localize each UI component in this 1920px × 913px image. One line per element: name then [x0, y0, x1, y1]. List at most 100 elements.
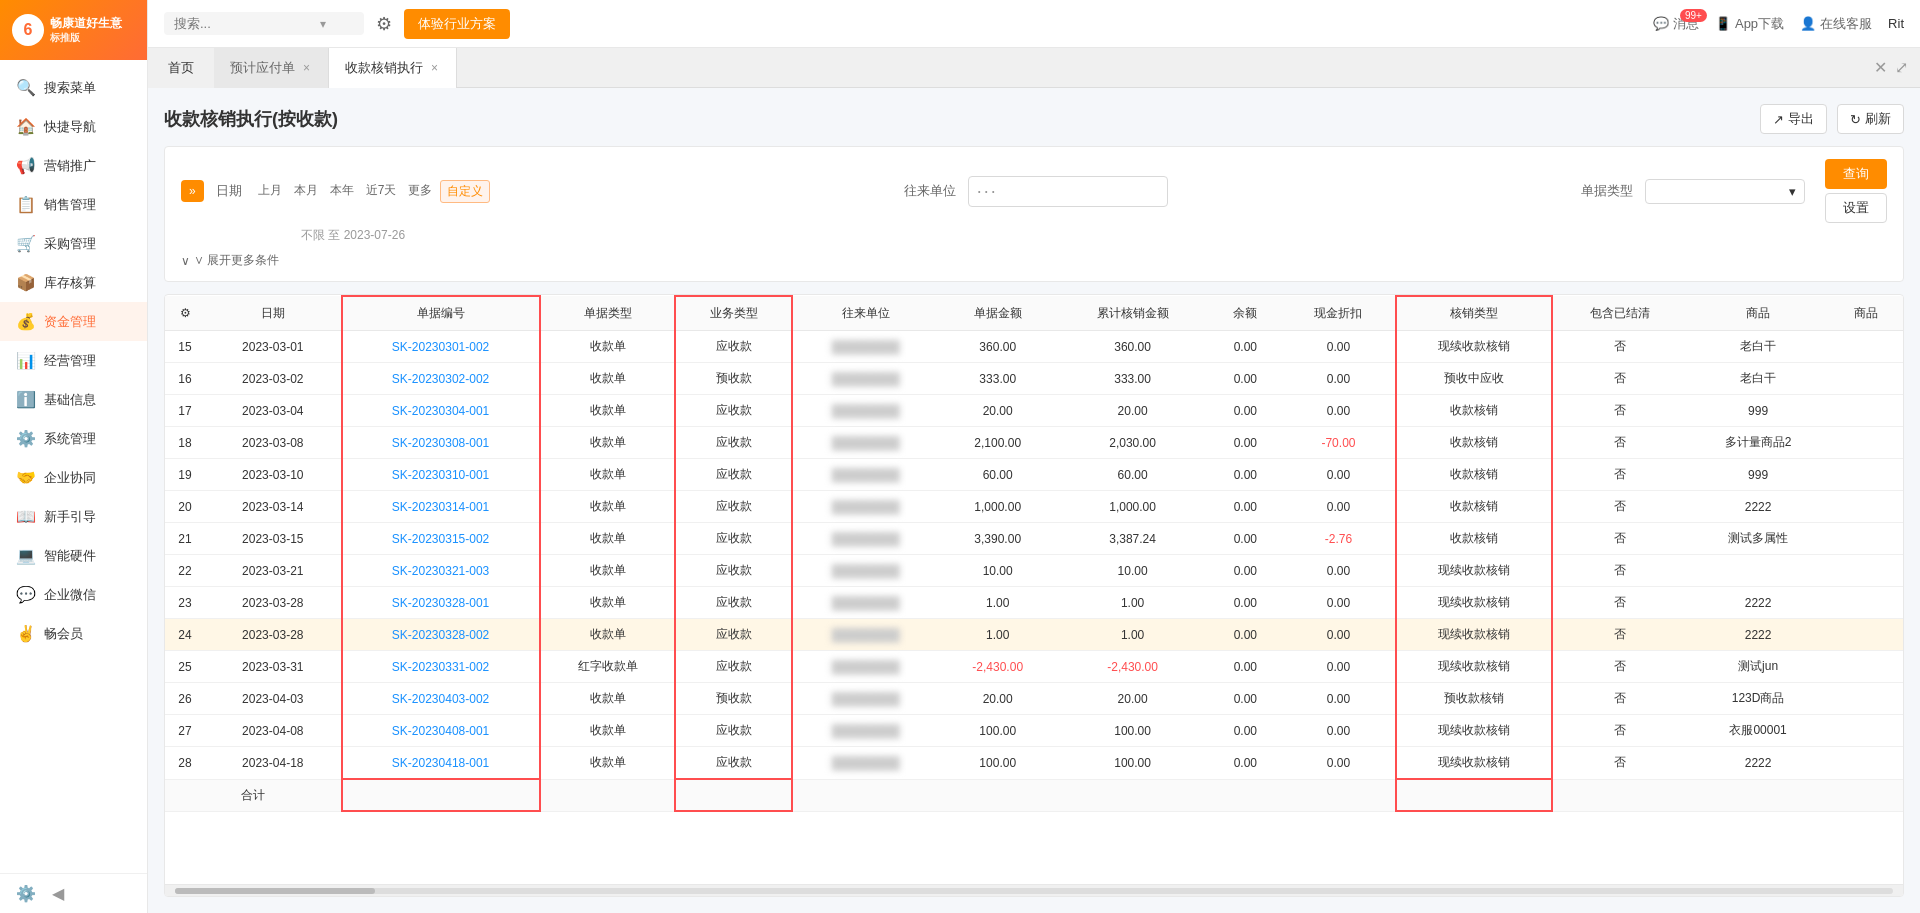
singleno-link[interactable]: SK-20230321-003 [392, 564, 489, 578]
sidebar-item-wechat[interactable]: 💬 企业微信 [0, 575, 147, 614]
singleno-link[interactable]: SK-20230331-002 [392, 660, 489, 674]
sidebar-item-basic[interactable]: ℹ️ 基础信息 [0, 380, 147, 419]
date-this-month[interactable]: 本月 [290, 180, 322, 203]
cell-idx: 16 [165, 363, 205, 395]
date-last-month[interactable]: 上月 [254, 180, 286, 203]
sidebar-item-sales[interactable]: 📋 销售管理 [0, 185, 147, 224]
settings-icon[interactable]: ⚙️ [16, 884, 36, 903]
collapse-icon[interactable]: ◀ [52, 884, 64, 903]
page-title: 收款核销执行(按收款) [164, 107, 338, 131]
gear-icon[interactable]: ⚙ [376, 13, 392, 35]
tab-prepay[interactable]: 预计应付单 × [214, 48, 329, 88]
date-custom-btn[interactable]: 自定义 [440, 180, 490, 203]
cell-singleno: SK-20230331-002 [342, 651, 540, 683]
singleno-link[interactable]: SK-20230403-002 [392, 692, 489, 706]
cell-goods: 2222 [1686, 587, 1830, 619]
sidebar-label-finance: 资金管理 [44, 313, 96, 331]
singleno-link[interactable]: SK-20230418-001 [392, 756, 489, 770]
doctype-select[interactable]: ▾ [1645, 179, 1805, 204]
cell-balance: 0.00 [1209, 587, 1282, 619]
search-bar[interactable]: ▾ [164, 12, 364, 35]
sidebar-item-finance[interactable]: 💰 资金管理 [0, 302, 147, 341]
sidebar-item-purchase[interactable]: 🛒 采购管理 [0, 224, 147, 263]
cell-goods: 999 [1686, 395, 1830, 427]
tab-receivable[interactable]: 收款核销执行 × [329, 48, 457, 88]
date-last-7days[interactable]: 近7天 [362, 180, 401, 203]
singleno-link[interactable]: SK-20230302-002 [392, 372, 489, 386]
cell-amount: 100.00 [939, 715, 1056, 747]
cell-singleno: SK-20230310-001 [342, 459, 540, 491]
date-more[interactable]: 更多 [404, 180, 436, 203]
sidebar-item-system[interactable]: ⚙️ 系统管理 [0, 419, 147, 458]
cell-singleno: SK-20230301-002 [342, 331, 540, 363]
refresh-button[interactable]: ↻ 刷新 [1837, 104, 1904, 134]
export-button[interactable]: ↗ 导出 [1760, 104, 1827, 134]
singleno-link[interactable]: SK-20230328-002 [392, 628, 489, 642]
close-all-icon[interactable]: ✕ [1874, 58, 1887, 77]
singleno-link[interactable]: SK-20230304-001 [392, 404, 489, 418]
table-row: 27 2023-04-08 SK-20230408-001 收款单 应收款 ██… [165, 715, 1903, 747]
cell-biztype: 应收款 [675, 459, 791, 491]
cell-goods: 老白干 [1686, 331, 1830, 363]
cell-cancelamt: -2,430.00 [1056, 651, 1209, 683]
cell-singletype: 收款单 [540, 363, 676, 395]
col-header-singleno: 单据编号 [342, 296, 540, 331]
chevron-down-icon: ▾ [320, 17, 326, 31]
app-download-button[interactable]: 📱 App下载 [1715, 15, 1784, 33]
expand-more-button[interactable]: ∨ ∨ 展开更多条件 [181, 252, 1887, 269]
sidebar-logo: 6 畅康道好生意 标推版 [0, 0, 147, 60]
singleno-link[interactable]: SK-20230308-001 [392, 436, 489, 450]
cell-amount: 1.00 [939, 619, 1056, 651]
col-header-singletype: 单据类型 [540, 296, 676, 331]
sidebar-label-inventory: 库存核算 [44, 274, 96, 292]
cell-idx: 18 [165, 427, 205, 459]
table-row: 23 2023-03-28 SK-20230328-001 收款单 应收款 ██… [165, 587, 1903, 619]
filter-collapse-button[interactable]: » [181, 180, 204, 202]
summary-label: 合计 [165, 779, 342, 811]
cell-amount: 1,000.00 [939, 491, 1056, 523]
horizontal-scrollbar[interactable] [165, 884, 1903, 896]
cell-singleno: SK-20230403-002 [342, 683, 540, 715]
date-this-year[interactable]: 本年 [326, 180, 358, 203]
cell-partner: ████████ [792, 523, 940, 555]
sidebar-item-marketing[interactable]: 📢 营销推广 [0, 146, 147, 185]
cell-biztype: 应收款 [675, 619, 791, 651]
singleno-link[interactable]: SK-20230301-002 [392, 340, 489, 354]
cell-biztype: 预收款 [675, 363, 791, 395]
singleno-link[interactable]: SK-20230408-001 [392, 724, 489, 738]
sidebar-item-member[interactable]: ✌️ 畅会员 [0, 614, 147, 653]
sidebar-icon-basic: ℹ️ [16, 390, 36, 409]
summary-goods [1686, 779, 1830, 811]
tab-prepay-close-icon[interactable]: × [301, 59, 312, 77]
cell-singletype: 收款单 [540, 747, 676, 780]
tab-receivable-close-icon[interactable]: × [429, 59, 440, 77]
col-header-settings[interactable]: ⚙ [165, 296, 205, 331]
cell-date: 2023-03-02 [205, 363, 342, 395]
expand-icon[interactable]: ⤢ [1895, 58, 1908, 77]
cell-date: 2023-03-01 [205, 331, 342, 363]
cell-canceltype: 收款核销 [1396, 395, 1552, 427]
singleno-link[interactable]: SK-20230314-001 [392, 500, 489, 514]
online-service-button[interactable]: 👤 在线客服 [1800, 15, 1872, 33]
search-input[interactable] [174, 16, 314, 31]
sidebar-item-inventory[interactable]: 📦 库存核算 [0, 263, 147, 302]
industry-solution-button[interactable]: 体验行业方案 [404, 9, 510, 39]
singleno-link[interactable]: SK-20230315-002 [392, 532, 489, 546]
singleno-link[interactable]: SK-20230328-001 [392, 596, 489, 610]
sidebar-item-search[interactable]: 🔍 搜索菜单 [0, 68, 147, 107]
message-button[interactable]: 💬 消息 99+ [1653, 15, 1699, 33]
export-icon: ↗ [1773, 112, 1784, 127]
query-button[interactable]: 查询 [1825, 159, 1887, 189]
partner-select[interactable]: ··· [968, 176, 1168, 207]
cell-includeclear: 否 [1552, 651, 1686, 683]
sidebar-icon-operation: 📊 [16, 351, 36, 370]
sidebar-item-corp[interactable]: 🤝 企业协同 [0, 458, 147, 497]
sidebar-item-hardware[interactable]: 💻 智能硬件 [0, 536, 147, 575]
sidebar-item-operation[interactable]: 📊 经营管理 [0, 341, 147, 380]
filter-settings-button[interactable]: 设置 [1825, 193, 1887, 223]
cell-partner: ████████ [792, 715, 940, 747]
sidebar-item-quicknav[interactable]: 🏠 快捷导航 [0, 107, 147, 146]
singleno-link[interactable]: SK-20230310-001 [392, 468, 489, 482]
sidebar-item-guide[interactable]: 📖 新手引导 [0, 497, 147, 536]
tab-home[interactable]: 首页 [148, 48, 214, 88]
